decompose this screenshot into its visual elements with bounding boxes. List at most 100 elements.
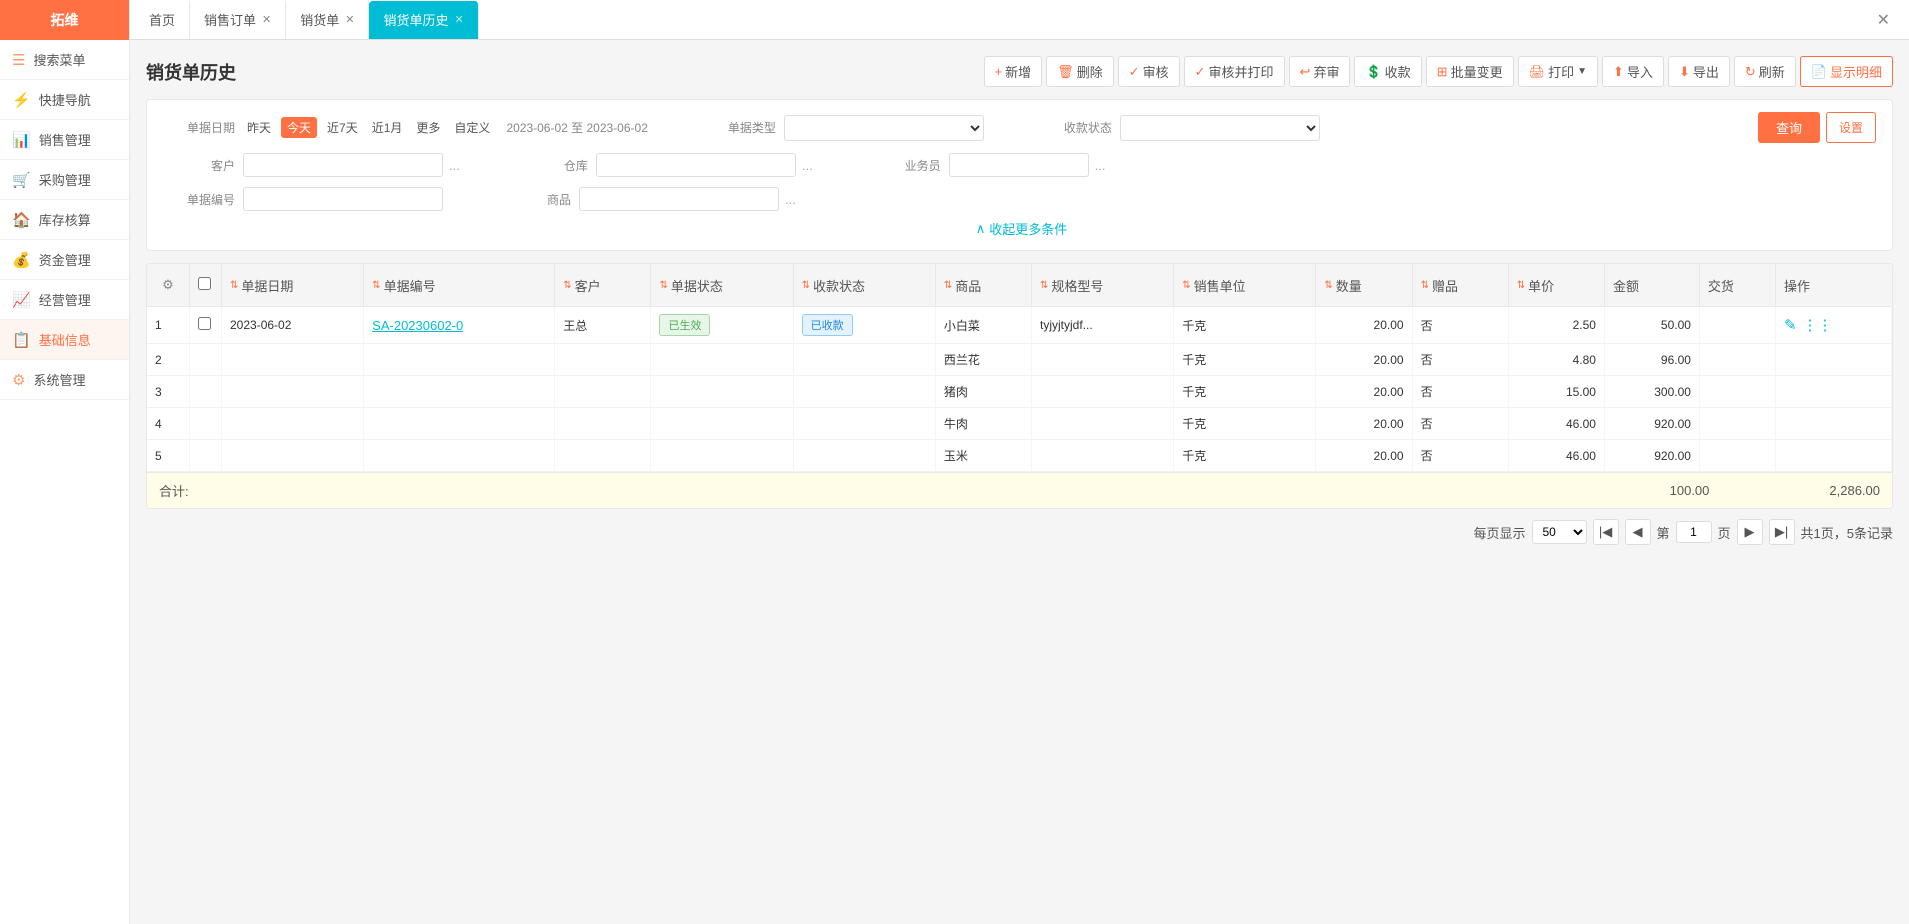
tab-close-sales-order[interactable]: ✕: [262, 13, 271, 26]
last-page-button[interactable]: ▶|: [1769, 519, 1795, 545]
doc-type-select[interactable]: [784, 115, 984, 141]
first-page-button[interactable]: |◀: [1593, 519, 1619, 545]
goods-input[interactable]: [579, 187, 779, 211]
cell-docdate: 2023-06-02: [222, 307, 364, 344]
shortcut-7days[interactable]: 近7天: [323, 117, 362, 138]
docno-input[interactable]: [243, 187, 443, 211]
page-title: 销货单历史: [146, 59, 236, 85]
sidebar-item-system[interactable]: ⚙ 系统管理: [0, 360, 129, 400]
date-label: 单据日期: [163, 119, 243, 136]
sidebar-item-sales[interactable]: 📊 销售管理: [0, 120, 129, 160]
tabs-bar: 首页 销售订单 ✕ 销货单 ✕ 销货单历史 ✕ ✕: [130, 0, 1909, 40]
column-settings-button[interactable]: ⚙: [155, 272, 181, 298]
sidebar-item-finance[interactable]: 💰 资金管理: [0, 240, 129, 280]
page-size-select[interactable]: 50 100 200: [1532, 520, 1587, 544]
delete-icon: 🗑: [1057, 64, 1074, 80]
salesperson-dots[interactable]: ...: [1095, 158, 1106, 173]
cell-goods: 猪肉: [935, 376, 1031, 408]
cell-gift: 否: [1412, 440, 1508, 472]
th-spec: ⇅ 规格型号: [1032, 264, 1174, 307]
setting-button[interactable]: 设置: [1826, 112, 1876, 143]
warehouse-input[interactable]: [596, 153, 796, 177]
abandon-button[interactable]: ↩ 弃审: [1289, 56, 1351, 87]
sidebar-item-base[interactable]: 📋 基础信息: [0, 320, 129, 360]
shortcut-custom[interactable]: 自定义: [450, 117, 494, 138]
customer-dots[interactable]: ...: [449, 158, 460, 173]
cell-docno: SA-20230602-0: [364, 307, 555, 344]
cell-rownum: 3: [147, 376, 190, 408]
sidebar-item-inventory[interactable]: 🏠 库存核算: [0, 200, 129, 240]
shortcut-yesterday[interactable]: 昨天: [243, 117, 275, 138]
cell-goods: 牛肉: [935, 408, 1031, 440]
cell-checkbox: [190, 344, 222, 376]
row-checkbox[interactable]: [198, 317, 211, 330]
more-action-icon[interactable]: ⋮⋮: [1803, 316, 1833, 334]
sidebar-item-quicknav[interactable]: ⚡ 快捷导航: [0, 80, 129, 120]
tab-sales-history[interactable]: 销货单历史 ✕: [369, 1, 478, 39]
receipt-icon: 💲: [1365, 64, 1381, 80]
sort-icon: ⇅: [230, 280, 238, 291]
sort-icon: ⇅: [944, 280, 952, 291]
cell-delivery: [1699, 440, 1775, 472]
add-button[interactable]: + 新增: [984, 56, 1043, 87]
data-table: ⚙ ⇅ 单据日期 ⇅: [146, 263, 1893, 509]
batch-change-button[interactable]: ⊞ 批量变更: [1426, 56, 1514, 87]
cell-goods: 西兰花: [935, 344, 1031, 376]
goods-dots[interactable]: ...: [785, 192, 796, 207]
cell-delivery: [1699, 307, 1775, 344]
sidebar-item-search[interactable]: ☰ 搜索菜单: [0, 40, 129, 80]
customer-input[interactable]: [243, 153, 443, 177]
doc-type-label: 单据类型: [704, 119, 784, 136]
cell-checkbox: [190, 376, 222, 408]
page-number-input[interactable]: [1676, 521, 1712, 543]
select-all-checkbox[interactable]: [198, 277, 211, 290]
print-button[interactable]: 🖨 打印 ▼: [1518, 56, 1598, 87]
delete-button[interactable]: 🗑 删除: [1046, 56, 1114, 87]
table-row: 3 猪肉 千克 20.00 否 15.00 300.00: [147, 376, 1892, 408]
table-row: 4 牛肉 千克 20.00 否 46.00 920.00: [147, 408, 1892, 440]
shortcut-today[interactable]: 今天: [281, 117, 317, 138]
cell-gift: 否: [1412, 408, 1508, 440]
tab-close-delivery[interactable]: ✕: [345, 13, 354, 26]
cell-spec: [1032, 376, 1174, 408]
cell-gift: 否: [1412, 376, 1508, 408]
sidebar-item-ops[interactable]: 📈 经营管理: [0, 280, 129, 320]
sidebar-item-label: 经营管理: [39, 290, 91, 309]
window-close-button[interactable]: ✕: [1863, 10, 1904, 30]
tab-sales-order[interactable]: 销售订单 ✕: [190, 1, 286, 39]
query-button[interactable]: 查询: [1758, 112, 1820, 143]
shortcut-1month[interactable]: 近1月: [368, 117, 407, 138]
prev-page-button[interactable]: ◀: [1625, 519, 1651, 545]
shortcut-more[interactable]: 更多: [412, 117, 444, 138]
tab-sales-delivery[interactable]: 销货单 ✕: [286, 1, 369, 39]
show-detail-button[interactable]: 📄 显示明细: [1800, 56, 1893, 87]
warehouse-dots[interactable]: ...: [802, 158, 813, 173]
tab-home[interactable]: 首页: [135, 1, 190, 39]
cell-unit: 千克: [1174, 376, 1316, 408]
receipt-status-label: 收款状态: [1040, 119, 1120, 136]
audit-button[interactable]: ✓ 审核: [1118, 56, 1180, 87]
total-info: 共1页，5条记录: [1801, 523, 1893, 542]
doc-icon: 📋: [12, 331, 31, 349]
doc-no-link[interactable]: SA-20230602-0: [372, 318, 463, 333]
cell-qty: 20.00: [1316, 344, 1412, 376]
next-page-button[interactable]: ▶: [1737, 519, 1763, 545]
cell-goods: 小白菜: [935, 307, 1031, 344]
date-shortcuts: 昨天 今天 近7天 近1月 更多 自定义: [243, 117, 494, 138]
salesperson-input[interactable]: [949, 153, 1089, 177]
cell-amount: 96.00: [1604, 344, 1699, 376]
docno-label: 单据编号: [163, 191, 243, 208]
export-button[interactable]: ⬇ 导出: [1668, 56, 1730, 87]
receipt-status-select[interactable]: [1120, 115, 1320, 141]
audit-print-icon: ✓: [1195, 64, 1206, 80]
audit-print-button[interactable]: ✓ 审核并打印: [1184, 56, 1285, 87]
sidebar-item-purchase[interactable]: 🛒 采购管理: [0, 160, 129, 200]
receipt-button[interactable]: 💲 收款: [1354, 56, 1421, 87]
import-button[interactable]: ⬆ 导入: [1602, 56, 1664, 87]
collapse-button[interactable]: ∧ 收起更多条件: [163, 219, 1876, 238]
refresh-button[interactable]: ↻ 刷新: [1734, 56, 1796, 87]
edit-action-icon[interactable]: ✎: [1784, 316, 1797, 334]
cell-amount: 920.00: [1604, 440, 1699, 472]
cell-spec: tyjyjtyjdf...: [1032, 307, 1174, 344]
tab-close-history[interactable]: ✕: [455, 13, 464, 26]
